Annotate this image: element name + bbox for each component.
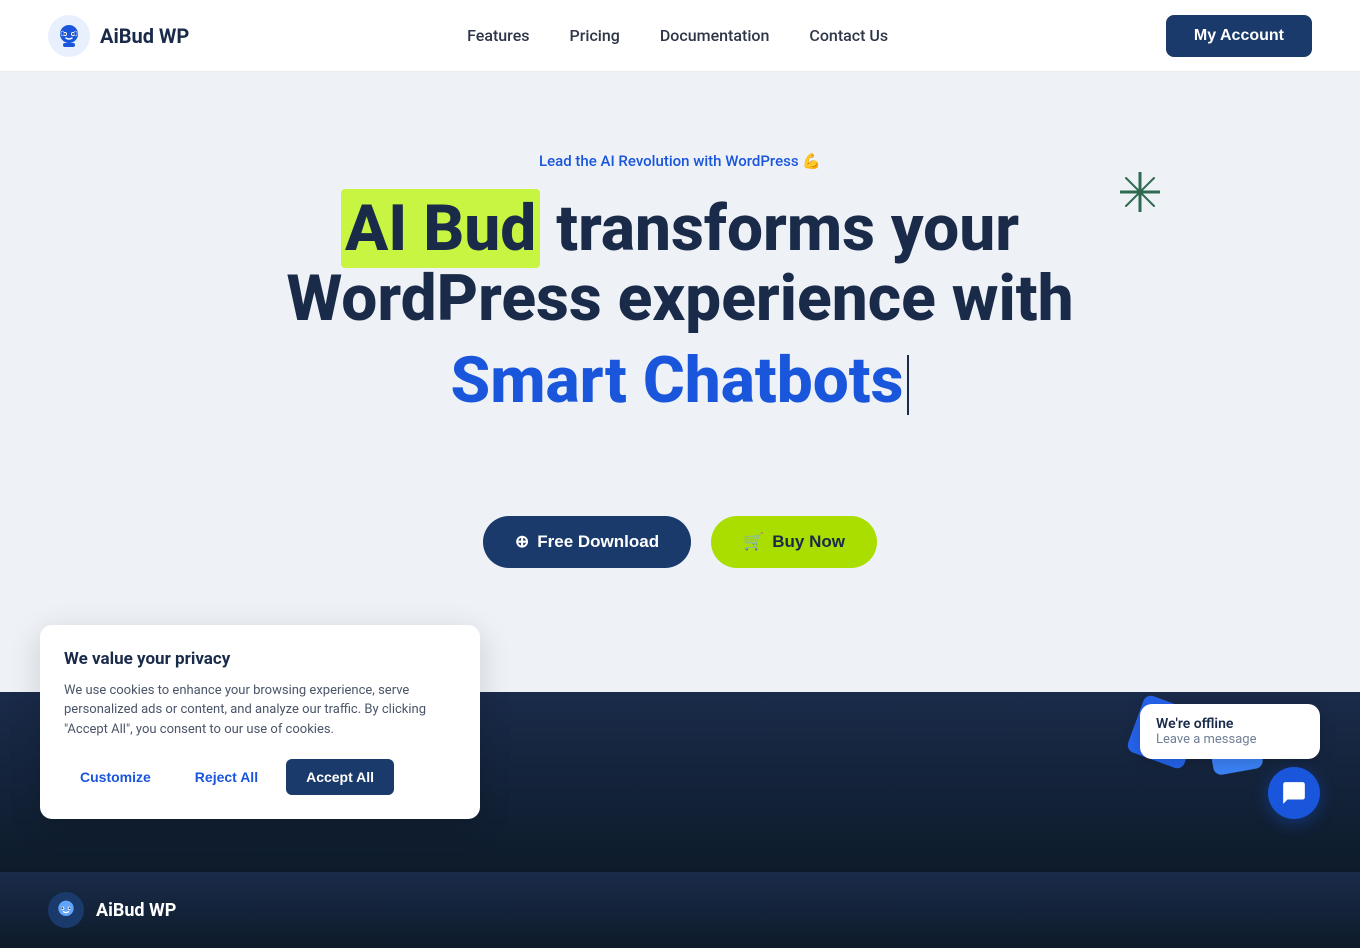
hero-section: Lead the AI Revolution with WordPress 💪 … bbox=[0, 72, 1360, 692]
hero-title-highlight: AI Bud bbox=[341, 189, 540, 268]
chat-status: We're offline bbox=[1156, 716, 1304, 732]
reject-all-button[interactable]: Reject All bbox=[179, 759, 274, 795]
navbar: AiBud WP Features Pricing Documentation … bbox=[0, 0, 1360, 72]
hero-title: AI Bud transforms your WordPress experie… bbox=[240, 194, 1120, 335]
cookie-buttons: Customize Reject All Accept All bbox=[64, 759, 456, 795]
buy-now-button[interactable]: 🛒 Buy Now bbox=[711, 516, 877, 568]
download-label: Free Download bbox=[537, 532, 659, 552]
logo-link[interactable]: AiBud WP bbox=[48, 15, 189, 57]
nav-links: Features Pricing Documentation Contact U… bbox=[467, 26, 888, 45]
customize-button[interactable]: Customize bbox=[64, 759, 167, 795]
chat-cta: Leave a message bbox=[1156, 732, 1304, 747]
cookie-banner: We value your privacy We use cookies to … bbox=[40, 625, 480, 820]
cookie-title: We value your privacy bbox=[64, 649, 456, 669]
hero-subtitle-wrapper: Smart Chatbots bbox=[48, 343, 1312, 468]
nav-contact[interactable]: Contact Us bbox=[809, 26, 888, 45]
nav-pricing[interactable]: Pricing bbox=[570, 26, 620, 45]
hero-subtitle: Smart Chatbots bbox=[451, 343, 910, 420]
buynow-label: Buy Now bbox=[772, 532, 845, 552]
accept-all-button[interactable]: Accept All bbox=[286, 759, 394, 795]
chat-widget: We're offline Leave a message bbox=[1140, 704, 1320, 819]
hero-buttons: ⊕ Free Download 🛒 Buy Now bbox=[48, 516, 1312, 568]
download-icon: ⊕ bbox=[515, 532, 529, 552]
free-download-button[interactable]: ⊕ Free Download bbox=[483, 516, 691, 568]
sparkle-decoration bbox=[1120, 172, 1160, 220]
my-account-button[interactable]: My Account bbox=[1166, 15, 1312, 57]
hero-title-line2: WordPress experience with bbox=[286, 261, 1073, 336]
nav-documentation[interactable]: Documentation bbox=[660, 26, 770, 45]
chat-open-button[interactable] bbox=[1268, 767, 1320, 819]
cookie-text: We use cookies to enhance your browsing … bbox=[64, 681, 456, 740]
chat-bubble: We're offline Leave a message bbox=[1140, 704, 1320, 759]
cart-icon: 🛒 bbox=[743, 532, 764, 552]
footer-logo-text: AiBud WP bbox=[96, 900, 176, 921]
nav-features[interactable]: Features bbox=[467, 26, 529, 45]
logo-icon bbox=[48, 15, 90, 57]
hero-title-rest: transforms your bbox=[540, 191, 1019, 266]
hero-tagline: Lead the AI Revolution with WordPress 💪 bbox=[48, 152, 1312, 170]
footer-logo-area: AiBud WP bbox=[0, 872, 1360, 948]
footer-logo-icon bbox=[48, 892, 84, 928]
chat-icon bbox=[1281, 780, 1307, 806]
logo-text: AiBud WP bbox=[100, 24, 189, 48]
